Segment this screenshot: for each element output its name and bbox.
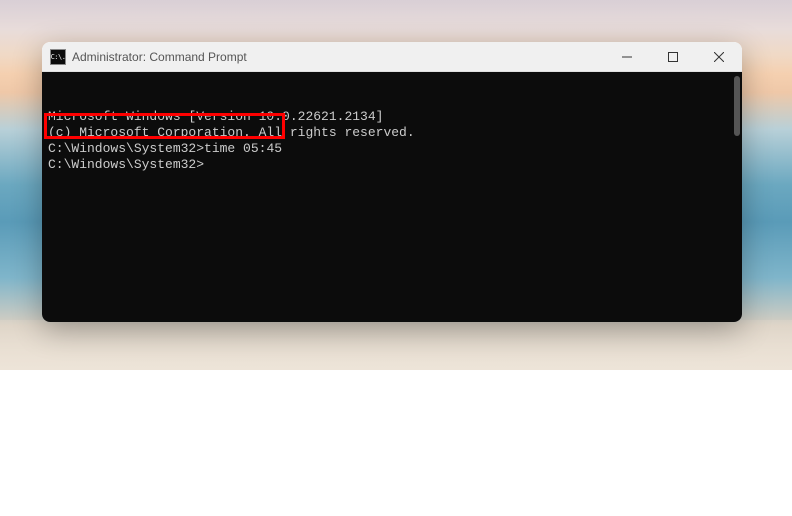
maximize-icon — [668, 52, 678, 62]
prompt-path: C:\Windows\System32> — [48, 157, 204, 172]
scrollbar-thumb[interactable] — [734, 76, 740, 136]
window-title: Administrator: Command Prompt — [72, 50, 604, 64]
close-button[interactable] — [696, 42, 742, 71]
close-icon — [714, 52, 724, 62]
terminal-line: C:\Windows\System32> — [48, 157, 736, 173]
page-white-area — [0, 370, 792, 516]
titlebar[interactable]: C:\. Administrator: Command Prompt — [42, 42, 742, 72]
terminal-line: Microsoft Windows [Version 10.0.22621.21… — [48, 109, 736, 125]
terminal-area[interactable]: Microsoft Windows [Version 10.0.22621.21… — [42, 72, 742, 322]
cmd-icon: C:\. — [50, 49, 66, 65]
minimize-button[interactable] — [604, 42, 650, 71]
terminal-line: C:\Windows\System32>time 05:45 — [48, 141, 736, 157]
command-prompt-window: C:\. Administrator: Command Prompt Micro… — [42, 42, 742, 322]
window-controls — [604, 42, 742, 71]
terminal-line: (c) Microsoft Corporation. All rights re… — [48, 125, 736, 141]
prompt-command: time 05:45 — [204, 141, 282, 156]
maximize-button[interactable] — [650, 42, 696, 71]
prompt-path: C:\Windows\System32> — [48, 141, 204, 156]
minimize-icon — [622, 52, 632, 62]
